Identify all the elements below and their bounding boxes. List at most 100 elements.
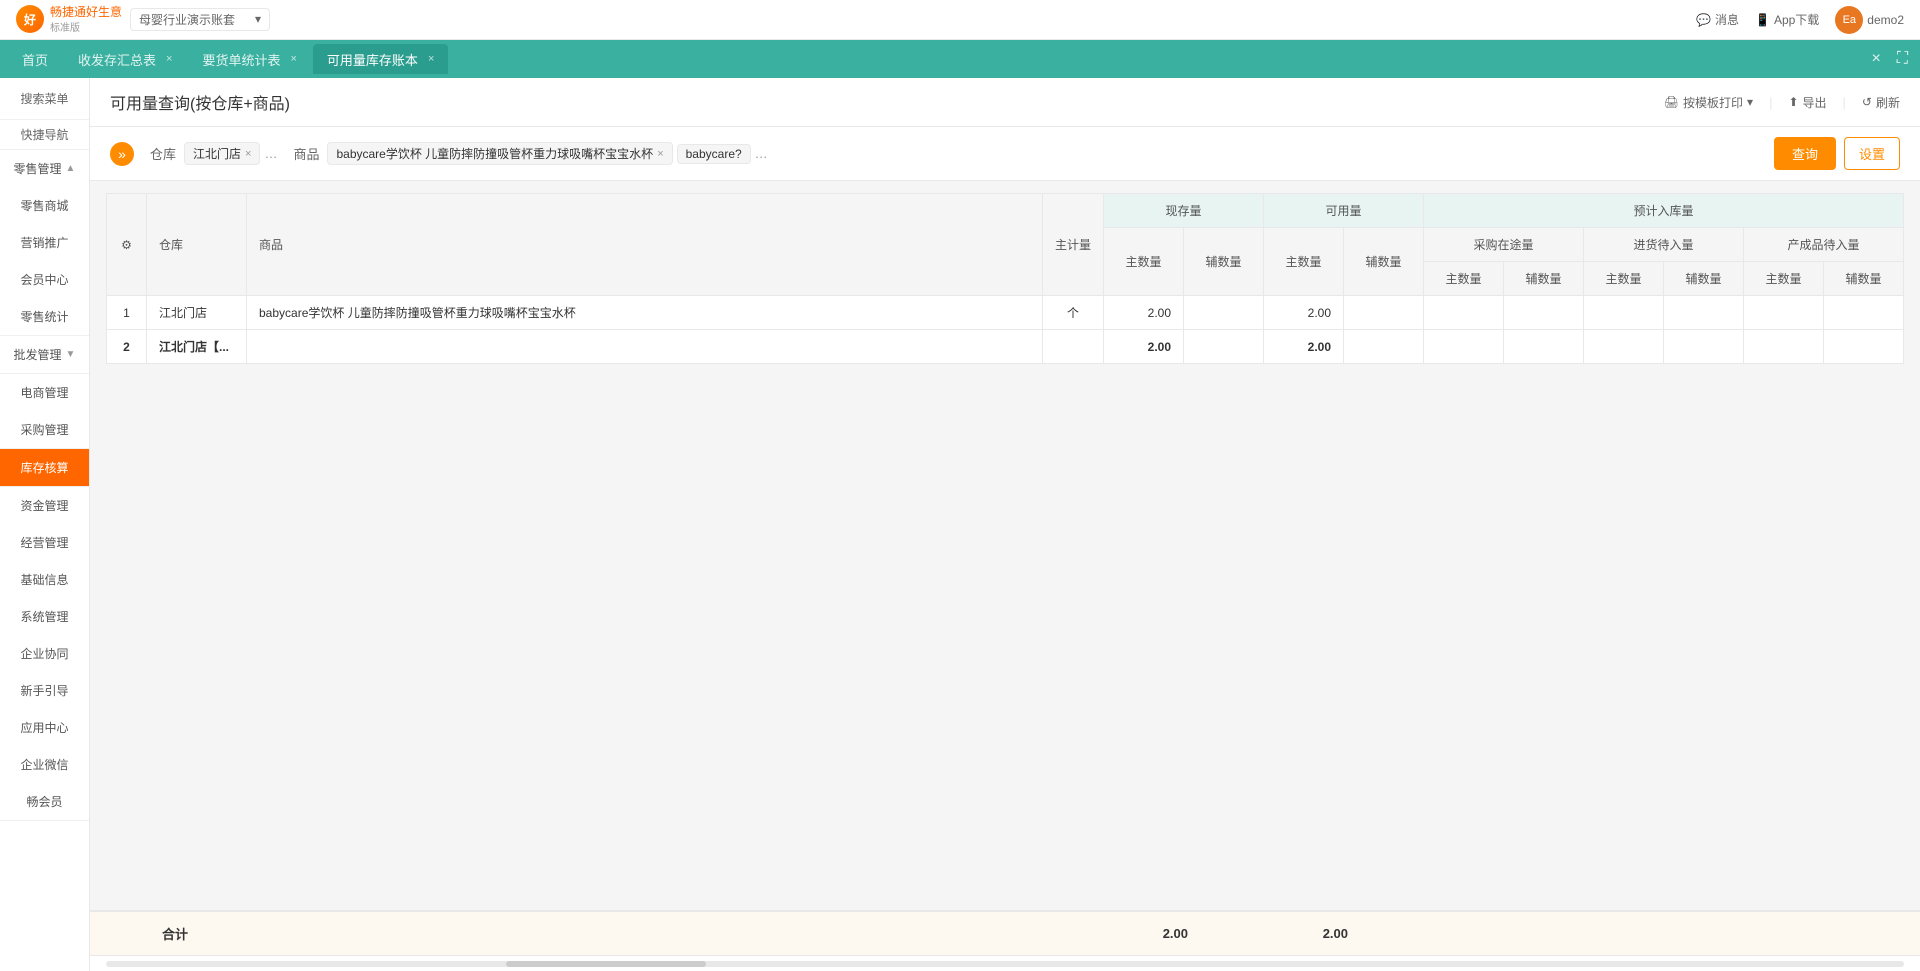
query-btn[interactable]: 查询	[1774, 137, 1836, 170]
row-purchase-aux-2	[1504, 330, 1584, 364]
finance-label: 资金管理	[20, 497, 68, 514]
page-actions: 🖨 按模板打印 ▾ | ⬆ 导出 | ↺ 刷新	[1664, 94, 1900, 111]
sidebar-item-retail-mall[interactable]: 零售商城	[0, 187, 89, 224]
logo-text-area: 畅捷通好生意 标准版	[50, 5, 122, 34]
refresh-label: 刷新	[1876, 94, 1900, 111]
product-tags: babycare学饮杯 儿童防摔防撞吸管杯重力球吸嘴杯宝宝水杯 × babyca…	[327, 142, 767, 165]
retail-stats-label: 零售统计	[20, 308, 68, 325]
footer-stock-main: 2.00	[1108, 926, 1188, 941]
app-download-btn[interactable]: 📱 App下载	[1755, 11, 1819, 28]
industry-name: 母婴行业演示账套	[139, 11, 235, 28]
h-scrollbar-track[interactable]	[106, 961, 1904, 967]
order-tab-label: 要货单统计表	[202, 50, 280, 69]
product-filter-group: 商品 babycare学饮杯 儿童防摔防撞吸管杯重力球吸嘴杯宝宝水杯 × bab…	[293, 142, 767, 165]
sidebar-item-new-guide[interactable]: 新手引导	[0, 672, 89, 709]
sidebar-item-ecommerce[interactable]: 电商管理	[0, 374, 89, 411]
row-unit-2	[1042, 330, 1103, 364]
tab-close-inventory[interactable]: ×	[428, 53, 434, 65]
warehouse-tag-label: 江北门店	[193, 145, 241, 162]
chevron-icon: ▲	[66, 163, 76, 174]
sidebar-item-enterprise-wechat[interactable]: 企业微信	[0, 746, 89, 783]
main-layout: 搜索菜单 快捷导航 零售管理 ▲ 零售商城 营销推广 会员中心 零售统计 批发管…	[0, 78, 1920, 971]
th-product-main: 主数量	[1744, 262, 1824, 296]
tab-close-receipt[interactable]: ×	[166, 53, 172, 65]
tab-available-inventory[interactable]: 可用量库存账本 ×	[313, 44, 448, 74]
sidebar-item-finance[interactable]: 资金管理	[0, 487, 89, 524]
message-label: 消息	[1715, 11, 1739, 28]
sidebar-item-operation[interactable]: 经营管理	[0, 524, 89, 561]
sidebar-search-area: 搜索菜单	[0, 78, 89, 120]
product-more-btn[interactable]: …	[755, 146, 768, 161]
print-icon: 🖨	[1664, 95, 1679, 109]
row-unit-1: 个	[1042, 296, 1103, 330]
row-purchase-aux-1	[1504, 296, 1584, 330]
tab-bar: 首页 收发存汇总表 × 要货单统计表 × 可用量库存账本 × × ⛶	[0, 40, 1920, 78]
th-product-subgroup: 产成品待入量	[1744, 228, 1904, 262]
quick-nav-btn[interactable]: 快捷导航	[0, 120, 89, 150]
content-area: 可用量查询(按仓库+商品) 🖨 按模板打印 ▾ | ⬆ 导出 | ↺ 刷新	[90, 78, 1920, 971]
maximize-btn[interactable]: ⛶	[1893, 46, 1912, 72]
sidebar-item-enterprise-collab[interactable]: 企业协同	[0, 635, 89, 672]
message-btn[interactable]: 💬 消息	[1696, 11, 1739, 28]
h-scrollbar-thumb[interactable]	[506, 961, 706, 967]
user-area[interactable]: Ea demo2	[1835, 6, 1904, 34]
tab-home[interactable]: 首页	[8, 44, 62, 74]
sidebar-item-member[interactable]: 会员中心	[0, 261, 89, 298]
sidebar: 搜索菜单 快捷导航 零售管理 ▲ 零售商城 营销推广 会员中心 零售统计 批发管…	[0, 78, 90, 971]
app-center-label: 应用中心	[20, 719, 68, 736]
sidebar-item-app-center[interactable]: 应用中心	[0, 709, 89, 746]
tab-order-stats[interactable]: 要货单统计表 ×	[188, 44, 310, 74]
export-btn[interactable]: ⬆ 导出	[1788, 94, 1826, 111]
warehouse-tag-close-btn[interactable]: ×	[245, 148, 251, 160]
tab-close-order[interactable]: ×	[290, 53, 296, 65]
chevron-down-print-icon: ▾	[1747, 95, 1753, 109]
row-product-main-2	[1744, 330, 1824, 364]
sidebar-item-inventory[interactable]: 库存核算	[0, 449, 89, 486]
sidebar-item-vip-member[interactable]: 畅会员	[0, 783, 89, 820]
row-product-aux-1	[1824, 296, 1904, 330]
row-stock-main-1: 2.00	[1104, 296, 1184, 330]
refresh-btn[interactable]: ↺ 刷新	[1862, 94, 1900, 111]
close-all-tabs-btn[interactable]: ×	[1867, 46, 1884, 72]
page-title: 可用量查询(按仓库+商品)	[110, 90, 290, 114]
industry-selector[interactable]: 母婴行业演示账套 ▾	[130, 8, 270, 31]
sidebar-item-marketing[interactable]: 营销推广	[0, 224, 89, 261]
sidebar-item-system[interactable]: 系统管理	[0, 598, 89, 635]
sidebar-item-wholesale[interactable]: 批发管理 ▼	[0, 336, 89, 373]
template-print-btn[interactable]: 🖨 按模板打印 ▾	[1664, 94, 1753, 111]
product-tag-label-0: babycare学饮杯 儿童防摔防撞吸管杯重力球吸嘴杯宝宝水杯	[336, 145, 653, 162]
th-stock-aux: 辅数量	[1184, 228, 1264, 296]
footer-avail-main: 2.00	[1268, 926, 1348, 941]
ecommerce-label: 电商管理	[20, 384, 68, 401]
sidebar-item-basic-info[interactable]: 基础信息	[0, 561, 89, 598]
operation-label: 经营管理	[20, 534, 68, 551]
product-tag-0: babycare学饮杯 儿童防摔防撞吸管杯重力球吸嘴杯宝宝水杯 ×	[327, 142, 672, 165]
row-purchase-main-2	[1424, 330, 1504, 364]
sidebar-item-retail-mgmt[interactable]: 零售管理 ▲	[0, 150, 89, 187]
row-no-2: 2	[107, 330, 147, 364]
row-inbound-main-2	[1584, 330, 1664, 364]
sidebar-item-retail-stats[interactable]: 零售统计	[0, 298, 89, 335]
new-guide-label: 新手引导	[20, 682, 68, 699]
sidebar-section-finance: 资金管理 经营管理 基础信息 系统管理 企业协同 新手引导 应用中心 企业微信	[0, 487, 89, 821]
tab-receipt-summary[interactable]: 收发存汇总表 ×	[64, 44, 186, 74]
filter-bar: » 仓库 江北门店 × … 商品 babycare学饮杯 儿童防摔防撞吸管杯重力…	[90, 127, 1920, 181]
row-avail-aux-1	[1344, 296, 1424, 330]
product-tag-close-btn-0[interactable]: ×	[657, 148, 663, 160]
search-menu-btn[interactable]: 搜索菜单	[8, 86, 81, 111]
th-inbound-aux: 辅数量	[1664, 262, 1744, 296]
app-download-label: App下载	[1774, 11, 1819, 28]
row-stock-aux-2	[1184, 330, 1264, 364]
product-tag-1: babycare?	[677, 144, 751, 164]
horizontal-scrollbar[interactable]	[90, 955, 1920, 971]
filter-expand-btn[interactable]: »	[110, 142, 134, 166]
export-icon: ⬆	[1788, 95, 1798, 109]
setting-btn[interactable]: 设置	[1844, 137, 1900, 170]
warehouse-more-btn[interactable]: …	[264, 146, 277, 161]
sidebar-item-purchase[interactable]: 采购管理	[0, 411, 89, 448]
row-stock-main-2: 2.00	[1104, 330, 1184, 364]
row-avail-main-1: 2.00	[1264, 296, 1344, 330]
wholesale-label: 批发管理	[14, 346, 62, 363]
retail-mall-label: 零售商城	[20, 197, 68, 214]
top-header: 好 畅捷通好生意 标准版 母婴行业演示账套 ▾ 💬 消息 📱 App下载 Ea …	[0, 0, 1920, 40]
